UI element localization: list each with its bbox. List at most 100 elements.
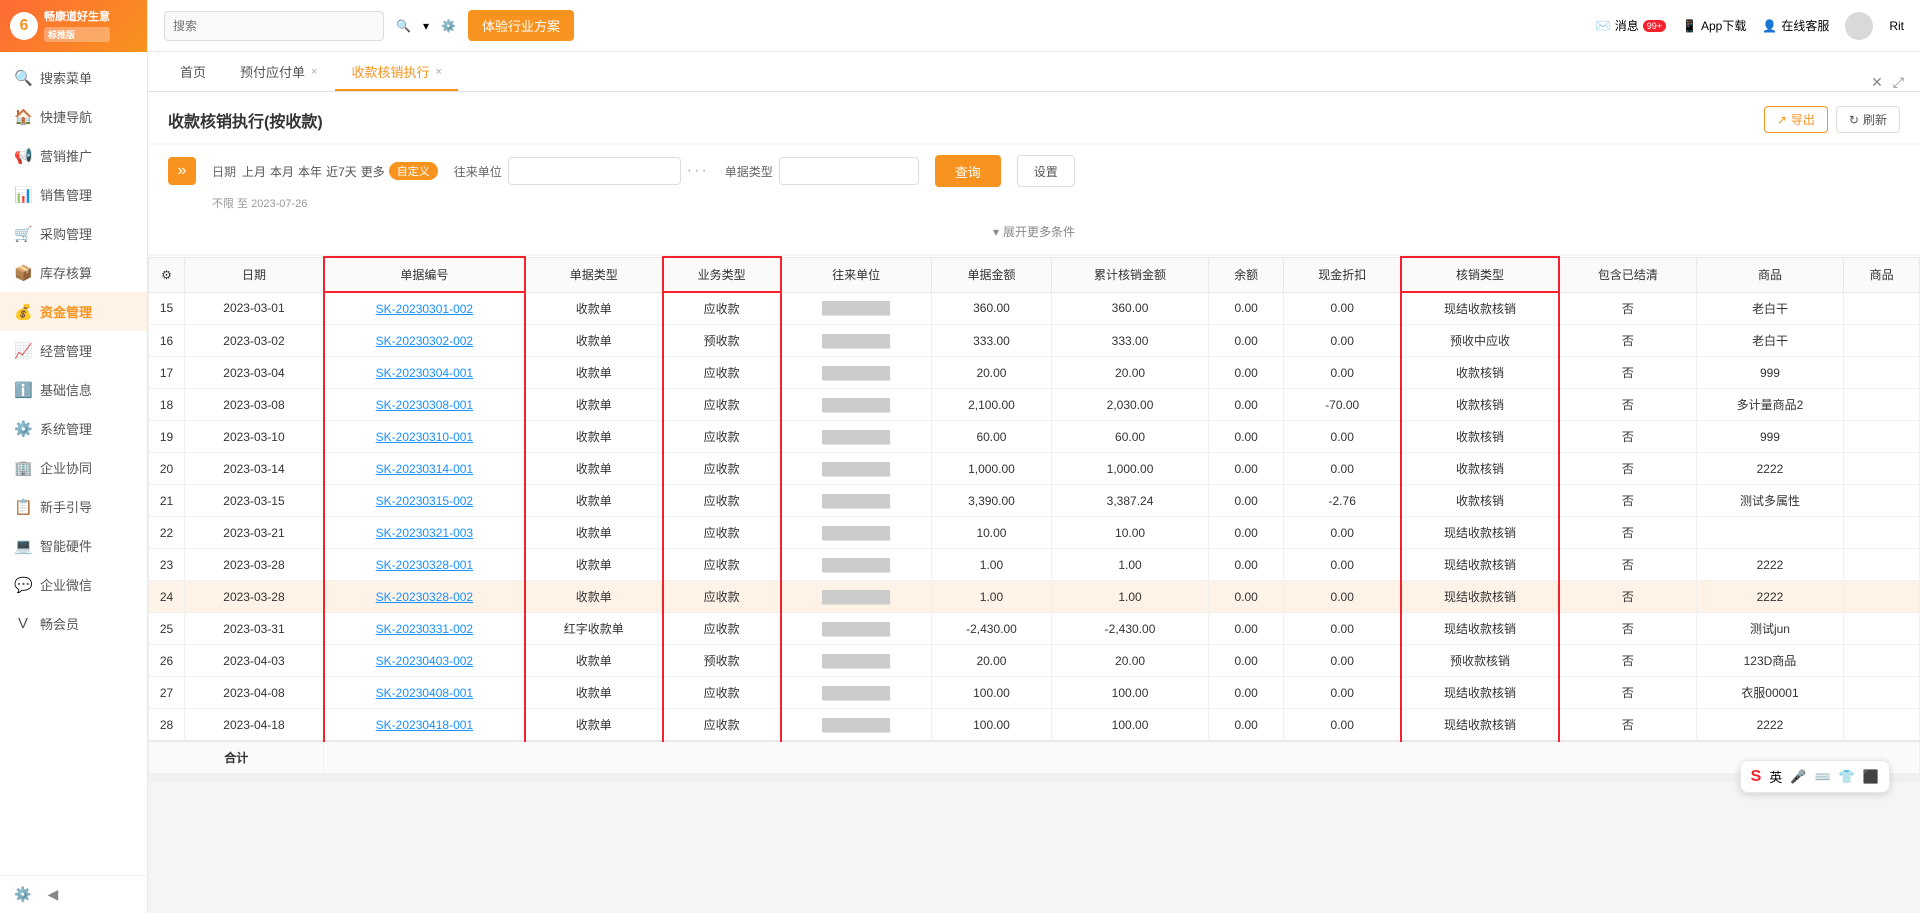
message-item[interactable]: ✉️ 消息 99+	[1596, 17, 1666, 34]
sidebar-item-enterprise[interactable]: 🏢 企业协同	[0, 448, 147, 487]
sidebar-label-hardware: 智能硬件	[40, 536, 92, 555]
app-download-item[interactable]: 📱 App下载	[1682, 17, 1746, 34]
tab-receipt-close[interactable]: ×	[435, 66, 441, 78]
cell-cash-disc: 0.00	[1284, 677, 1401, 709]
doc-no-link[interactable]: SK-20230321-003	[376, 526, 473, 540]
sidebar-item-inventory[interactable]: 📦 库存核算	[0, 253, 147, 292]
cell-date: 2023-04-18	[185, 709, 324, 742]
cell-doc-no: SK-20230321-003	[324, 517, 525, 549]
custom-date-badge[interactable]: 自定义	[389, 162, 438, 180]
cell-partner: ████████	[781, 581, 932, 613]
solution-button[interactable]: 体验行业方案	[468, 10, 574, 41]
settings-icon[interactable]: ⚙️	[14, 886, 31, 903]
sidebar-item-guide[interactable]: 📋 新手引导	[0, 487, 147, 526]
settings-button[interactable]: 设置	[1017, 155, 1075, 187]
doc-no-link[interactable]: SK-20230308-001	[376, 398, 473, 412]
cell-product: 2222	[1696, 581, 1844, 613]
this-year-link[interactable]: 本年	[298, 163, 322, 180]
doc-no-link[interactable]: SK-20230418-001	[376, 718, 473, 732]
doc-no-link[interactable]: SK-20230310-001	[376, 430, 473, 444]
gear-icon[interactable]: ⚙️	[441, 19, 456, 33]
cell-product2	[1844, 292, 1920, 325]
online-service-item[interactable]: 👤 在线客服	[1762, 17, 1829, 34]
mic-icon[interactable]: 🎤	[1790, 769, 1806, 785]
sidebar-item-finance[interactable]: 💰 资金管理	[0, 292, 147, 331]
collapse-icon[interactable]: ◀	[47, 886, 58, 903]
tab-prepay[interactable]: 预付应付单 ×	[224, 54, 333, 91]
cell-product: 衣服00001	[1696, 677, 1844, 709]
cell-included: 否	[1559, 357, 1696, 389]
doc-no-link[interactable]: SK-20230304-001	[376, 366, 473, 380]
sidebar-item-vip[interactable]: V 畅会员	[0, 604, 147, 643]
user-avatar[interactable]	[1845, 12, 1873, 40]
search-input[interactable]	[164, 11, 384, 41]
sidebar-item-hardware[interactable]: 💻 智能硬件	[0, 526, 147, 565]
last7-link[interactable]: 近7天	[326, 163, 357, 180]
topbar-search-icon: 🔍	[396, 19, 411, 33]
cell-doc-no: SK-20230328-002	[324, 581, 525, 613]
doc-no-link[interactable]: SK-20230301-002	[376, 302, 473, 316]
close-all-icon[interactable]: ✕	[1871, 74, 1883, 91]
receipt-type-select[interactable]	[779, 157, 919, 185]
cell-balance: 0.00	[1208, 325, 1284, 357]
filter-receipt-type-item: 单据类型	[725, 157, 919, 185]
cell-biz-type: 应收款	[663, 709, 781, 742]
sidebar-item-search[interactable]: 🔍 搜索菜单	[0, 58, 147, 97]
doc-no-link[interactable]: SK-20230328-002	[376, 590, 473, 604]
cell-product2	[1844, 709, 1920, 742]
cell-partner: ████████	[781, 645, 932, 677]
sidebar-bottom: ⚙️ ◀	[0, 875, 147, 913]
doc-no-link[interactable]: SK-20230314-001	[376, 462, 473, 476]
partner-input[interactable]	[508, 157, 681, 185]
refresh-button[interactable]: ↻ 刷新	[1836, 106, 1900, 133]
doc-no-link[interactable]: SK-20230403-002	[376, 654, 473, 668]
query-button[interactable]: 查询	[935, 155, 1001, 187]
cell-cash-disc: -70.00	[1284, 389, 1401, 421]
sidebar-item-purchase[interactable]: 🛒 采购管理	[0, 214, 147, 253]
more-link[interactable]: 更多	[361, 163, 385, 180]
cell-amount: 20.00	[931, 357, 1052, 389]
operations-icon: 📈	[14, 342, 32, 360]
sidebar-item-sales[interactable]: 📊 销售管理	[0, 175, 147, 214]
cell-partner: ████████	[781, 709, 932, 742]
doc-no-link[interactable]: SK-20230331-002	[376, 622, 473, 636]
tab-prepay-close[interactable]: ×	[311, 66, 317, 78]
cell-partner: ████████	[781, 485, 932, 517]
sidebar-item-basic[interactable]: ℹ️ 基础信息	[0, 370, 147, 409]
cell-included: 否	[1559, 709, 1696, 742]
table-row: 16 2023-03-02 SK-20230302-002 收款单 预收款 ██…	[149, 325, 1920, 357]
cell-included: 否	[1559, 292, 1696, 325]
table-row: 18 2023-03-08 SK-20230308-001 收款单 应收款 ██…	[149, 389, 1920, 421]
keyboard-icon[interactable]: ⌨️	[1814, 769, 1830, 785]
cell-doc-type: 收款单	[525, 325, 663, 357]
last-month-link[interactable]: 上月	[242, 163, 266, 180]
filter-toggle-button[interactable]: »	[168, 157, 196, 185]
sidebar-item-operations[interactable]: 📈 经营管理	[0, 331, 147, 370]
sidebar-item-wechat[interactable]: 💬 企业微信	[0, 565, 147, 604]
cell-biz-type: 应收款	[663, 549, 781, 581]
cell-cash-disc: 0.00	[1284, 581, 1401, 613]
doc-no-link[interactable]: SK-20230315-002	[376, 494, 473, 508]
expand-tabs-icon[interactable]: ⤢	[1893, 74, 1904, 91]
sidebar-item-marketing[interactable]: 📢 营销推广	[0, 136, 147, 175]
this-month-link[interactable]: 本月	[270, 163, 294, 180]
sidebar-item-quicknav[interactable]: 🏠 快捷导航	[0, 97, 147, 136]
cell-date: 2023-03-31	[185, 613, 324, 645]
expand-more-btn[interactable]: ▾ 展开更多条件	[168, 219, 1900, 244]
doc-no-link[interactable]: SK-20230328-001	[376, 558, 473, 572]
partner-dots[interactable]: ···	[687, 162, 709, 180]
table-row: 20 2023-03-14 SK-20230314-001 收款单 应收款 ██…	[149, 453, 1920, 485]
sidebar-item-system[interactable]: ⚙️ 系统管理	[0, 409, 147, 448]
table-scrollbar[interactable]	[148, 774, 1920, 782]
cell-included: 否	[1559, 581, 1696, 613]
tab-home[interactable]: 首页	[164, 54, 222, 91]
sidebar-label-search: 搜索菜单	[40, 68, 92, 87]
export-button[interactable]: ↗ 导出	[1764, 106, 1828, 133]
doc-no-link[interactable]: SK-20230408-001	[376, 686, 473, 700]
cell-doc-no: SK-20230408-001	[324, 677, 525, 709]
cell-verify-type: 现结收款核销	[1401, 613, 1559, 645]
sidebar-label-system: 系统管理	[40, 419, 92, 438]
doc-no-link[interactable]: SK-20230302-002	[376, 334, 473, 348]
cell-product: 999	[1696, 421, 1844, 453]
tab-receipt[interactable]: 收款核销执行 ×	[335, 54, 457, 91]
